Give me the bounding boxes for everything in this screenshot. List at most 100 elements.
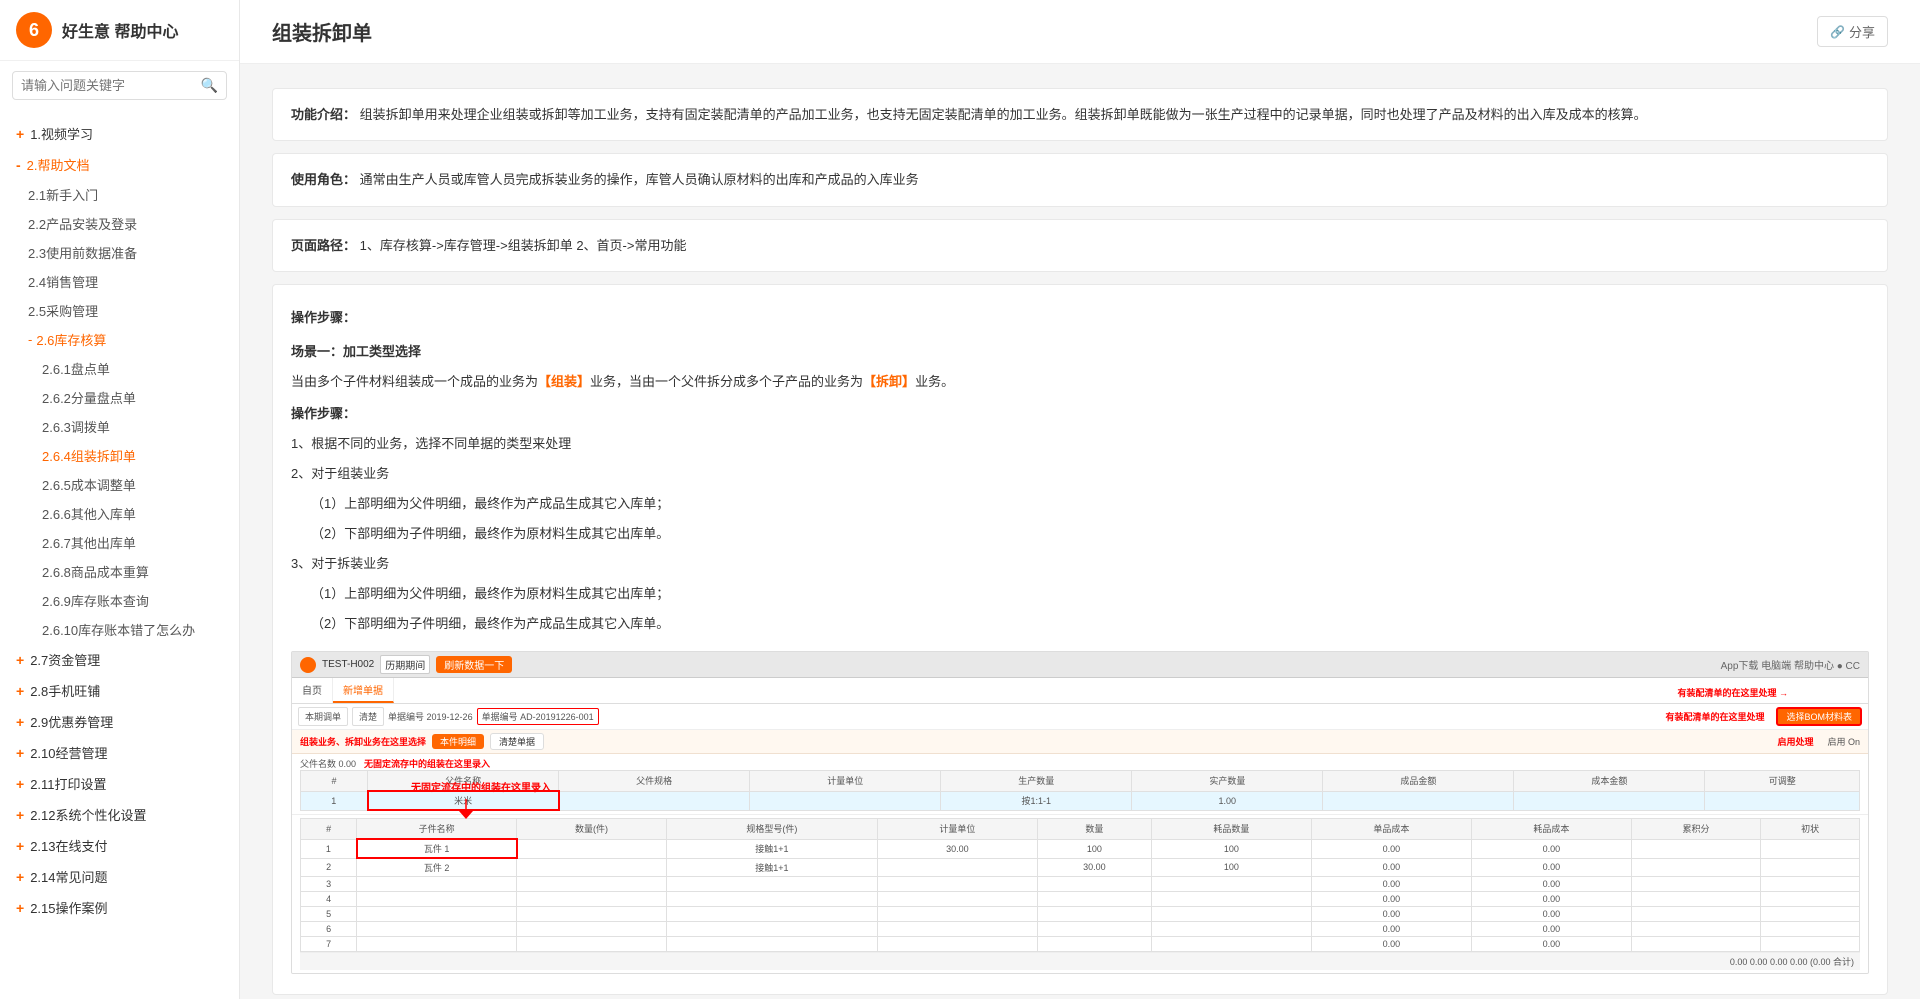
- app-logo: 6: [16, 12, 52, 48]
- step1: 1、根据不同的业务，选择不同单据的类型来处理: [291, 431, 1869, 457]
- mock-period-select: 历期期间: [380, 655, 430, 674]
- mock-btn-period[interactable]: 本期调单: [298, 707, 348, 726]
- mock-col-actual-qty: 实产数量: [1132, 771, 1323, 792]
- sidebar-item-2-10[interactable]: + 2.10经营管理: [0, 737, 239, 768]
- feature-intro-text: 组装拆卸单用来处理企业组装或拆卸等加工业务，支持有固定装配清单的产品加工业务，也…: [360, 107, 1647, 122]
- mock-topbar: TEST-H002 历期期间 刷新数据一下 App下载 电脑端 帮助中心 ● C…: [292, 652, 1868, 678]
- role-text: 通常由生产人员或库管人员完成拆装业务的操作，库管人员确认原材料的出库和产成品的入…: [360, 172, 919, 187]
- sidebar-item-2-15[interactable]: + 2.15操作案例: [0, 892, 239, 923]
- mock-upper-table: # 父件名称 父件规格 计量单位 生产数量 实产数量 成品金额 成本金额 可调整: [300, 770, 1860, 811]
- sidebar-item-2-5[interactable]: 2.5采购管理: [0, 296, 239, 325]
- mock-date: 单据编号 2019-12-26: [388, 710, 473, 723]
- path-block: 页面路径： 1、库存核算->库存管理->组装拆卸单 2、首页->常用功能: [272, 219, 1888, 272]
- sidebar-item-2-6-7[interactable]: 2.6.7其他出库单: [0, 528, 239, 557]
- mock-tab-home[interactable]: 自页: [292, 678, 333, 703]
- path-text: 1、库存核算->库存管理->组装拆卸单 2、首页->常用功能: [360, 238, 687, 253]
- step3-2: （2）下部明细为子件明细，最终作为产成品生成其它入库单。: [311, 611, 1869, 637]
- feature-intro-label: 功能介绍：: [291, 107, 356, 122]
- sidebar-item-2-1[interactable]: 2.1新手入门: [0, 180, 239, 209]
- mock-refresh-btn[interactable]: 刷新数据一下: [436, 656, 512, 673]
- sidebar-item-2-8[interactable]: + 2.8手机旺铺: [0, 675, 239, 706]
- sidebar-item-2-7[interactable]: + 2.7资金管理: [0, 644, 239, 675]
- mock-upper-section: 父件名数 0.00 无固定流存中的组装在这里录入 # 父件名称 父件规格 计量单…: [292, 754, 1868, 815]
- sidebar-item-2-6-8[interactable]: 2.6.8商品成本重算: [0, 557, 239, 586]
- sidebar-item-2-6-2[interactable]: 2.6.2分量盘点单: [0, 383, 239, 412]
- mock-type-annotation: 组装业务、拆卸业务在这里选择: [300, 735, 426, 748]
- screenshot-container: TEST-H002 历期期间 刷新数据一下 App下载 电脑端 帮助中心 ● C…: [291, 651, 1869, 974]
- mock-type-btn2[interactable]: 清楚单据: [490, 733, 544, 750]
- mock-app-id: TEST-H002: [322, 659, 374, 670]
- search-box[interactable]: 🔍: [12, 71, 227, 100]
- search-input[interactable]: [21, 78, 201, 93]
- step2-1: （1）上部明细为父件明细，最终作为产成品生成其它入库单；: [311, 491, 1869, 517]
- page-title: 组装拆卸单: [272, 17, 372, 46]
- mock-annotation-bom: 有装配清单的在这里处理: [1665, 710, 1764, 723]
- sidebar-item-2-2[interactable]: 2.2产品安装及登录: [0, 209, 239, 238]
- sidebar-item-docs[interactable]: - 2.帮助文档: [0, 149, 239, 180]
- sidebar-item-2-11[interactable]: + 2.11打印设置: [0, 768, 239, 799]
- mock-tab-new[interactable]: 新增单据: [333, 678, 394, 703]
- mock-type-btn1[interactable]: 本件明细: [432, 734, 484, 749]
- content-area: 操作步骤： 场景一：加工类型选择 当由多个子件材料组装成一个成品的业务为【组装】…: [272, 284, 1888, 995]
- expand-icon: +: [16, 126, 24, 142]
- sidebar-item-2-6[interactable]: - 2.6库存核算: [0, 325, 239, 354]
- mock-lower-row-3: 3 0.00 0.00: [301, 877, 1860, 892]
- scene-title: 场景一：加工类型选择: [291, 344, 421, 359]
- mock-lower-row-6: 6 0.00 0.00: [301, 922, 1860, 937]
- mock-bom-btn[interactable]: 选择BOM材料表: [1776, 707, 1862, 726]
- share-button[interactable]: 🔗 分享: [1817, 16, 1888, 47]
- sidebar-item-2-4[interactable]: 2.4销售管理: [0, 267, 239, 296]
- mock-lower-section: # 子件名称 数量(件) 规格型号(件) 计量单位 数量 耗品数量 单品成本 耗…: [292, 815, 1868, 973]
- mock-col-spec: 父件规格: [559, 771, 750, 792]
- sidebar-item-2-13[interactable]: + 2.13在线支付: [0, 830, 239, 861]
- mock-btn-clear[interactable]: 清楚: [352, 707, 384, 726]
- mock-screenshot: TEST-H002 历期期间 刷新数据一下 App下载 电脑端 帮助中心 ● C…: [291, 651, 1869, 974]
- mock-col-prod-amount: 成品金额: [1323, 771, 1514, 792]
- mock-upper-label-row: 父件名数 0.00 无固定流存中的组装在这里录入: [300, 757, 1860, 770]
- main-body: 功能介绍： 组装拆卸单用来处理企业组装或拆卸等加工业务，支持有固定装配清单的产品…: [240, 64, 1920, 999]
- search-icon[interactable]: 🔍: [201, 77, 218, 94]
- mock-topbar-icons: App下载 电脑端 帮助中心 ● CC: [1721, 657, 1860, 672]
- sidebar-item-2-6-10[interactable]: 2.6.10库存账本错了怎么办: [0, 615, 239, 644]
- mock-col-prod-qty: 生产数量: [941, 771, 1132, 792]
- mock-lower-row-2: 2 瓦件 2 接触1+1 30.00 100 0.00 0.00: [301, 858, 1860, 877]
- mock-lower-row-4: 4 0.00 0.00: [301, 892, 1860, 907]
- feature-intro-block: 功能介绍： 组装拆卸单用来处理企业组装或拆卸等加工业务，支持有固定装配清单的产品…: [272, 88, 1888, 141]
- sidebar-item-2-12[interactable]: + 2.12系统个性化设置: [0, 799, 239, 830]
- mock-lower-row-1: 1 瓦件 1 接触1+1 30.00 100 100 0.00 0.00: [301, 839, 1860, 858]
- mock-lower-table: # 子件名称 数量(件) 规格型号(件) 计量单位 数量 耗品数量 单品成本 耗…: [300, 818, 1860, 952]
- sidebar-item-2-9[interactable]: + 2.9优惠券管理: [0, 706, 239, 737]
- step3: 3、对于拆装业务: [291, 551, 1869, 577]
- nav-tree: + 1.视频学习 - 2.帮助文档 2.1新手入门 2.2产品安装及登录 2.3…: [0, 110, 239, 931]
- collapse-icon: -: [16, 157, 21, 173]
- mock-nav-tabs: 自页 新增单据: [292, 678, 1868, 704]
- sidebar-item-2-6-1[interactable]: 2.6.1盘点单: [0, 354, 239, 383]
- mock-logo-icon: [300, 657, 316, 673]
- sidebar-item-2-6-9[interactable]: 2.6.9库存账本查询: [0, 586, 239, 615]
- mock-lower-row-7: 7 0.00 0.00: [301, 937, 1860, 952]
- mock-upper-row-1: 1 米米 按1:1-1 1.00: [301, 791, 1860, 810]
- mock-toolbar-wrapper: 本期调单 清楚 单据编号 2019-12-26 单据编号 AD-20191226…: [292, 704, 1868, 730]
- sidebar-item-videos[interactable]: + 1.视频学习: [0, 118, 239, 149]
- main-area: 组装拆卸单 🔗 分享 功能介绍： 组装拆卸单用来处理企业组装或拆卸等加工业务，支…: [240, 0, 1920, 999]
- sidebar-item-2-6-6[interactable]: 2.6.6其他入库单: [0, 499, 239, 528]
- scene-desc: 当由多个子件材料组装成一个成品的业务为【组装】业务，当由一个父件拆分成多个子产品…: [291, 369, 1869, 395]
- mock-type-row: 组装业务、拆卸业务在这里选择 本件明细 清楚单据 启用处理 启用 On: [292, 730, 1868, 754]
- role-label: 使用角色：: [291, 172, 356, 187]
- mock-col-unit: 计量单位: [750, 771, 941, 792]
- sidebar-item-2-3[interactable]: 2.3使用前数据准备: [0, 238, 239, 267]
- mock-doc-num: 单据编号 AD-20191226-001: [477, 708, 599, 725]
- sidebar: 6 好生意 帮助中心 🔍 + 1.视频学习 - 2.帮助文档 2.1新手入门 2…: [0, 0, 240, 999]
- mock-bottom-totals: 0.00 0.00 0.00 0.00 (0.00 合计): [300, 952, 1860, 970]
- mock-col-adjust: 可调整: [1705, 771, 1860, 792]
- sidebar-item-2-14[interactable]: + 2.14常见问题: [0, 861, 239, 892]
- sidebar-item-2-6-5[interactable]: 2.6.5成本调整单: [0, 470, 239, 499]
- sidebar-item-2-6-3[interactable]: 2.6.3调拨单: [0, 412, 239, 441]
- mock-upper-label: 父件名数 0.00: [300, 757, 356, 770]
- share-icon: 🔗: [1830, 25, 1845, 39]
- step3-1: （1）上部明细为父件明细，最终作为原材料生成其它出库单；: [311, 581, 1869, 607]
- mock-enable-annotation: 启用处理: [1777, 735, 1813, 748]
- mock-bom-annotation: 有装配清单的在这里处理 →: [1677, 686, 1788, 699]
- step2: 2、对于组装业务: [291, 461, 1869, 487]
- sidebar-item-2-6-4[interactable]: 2.6.4组装拆卸单: [0, 441, 239, 470]
